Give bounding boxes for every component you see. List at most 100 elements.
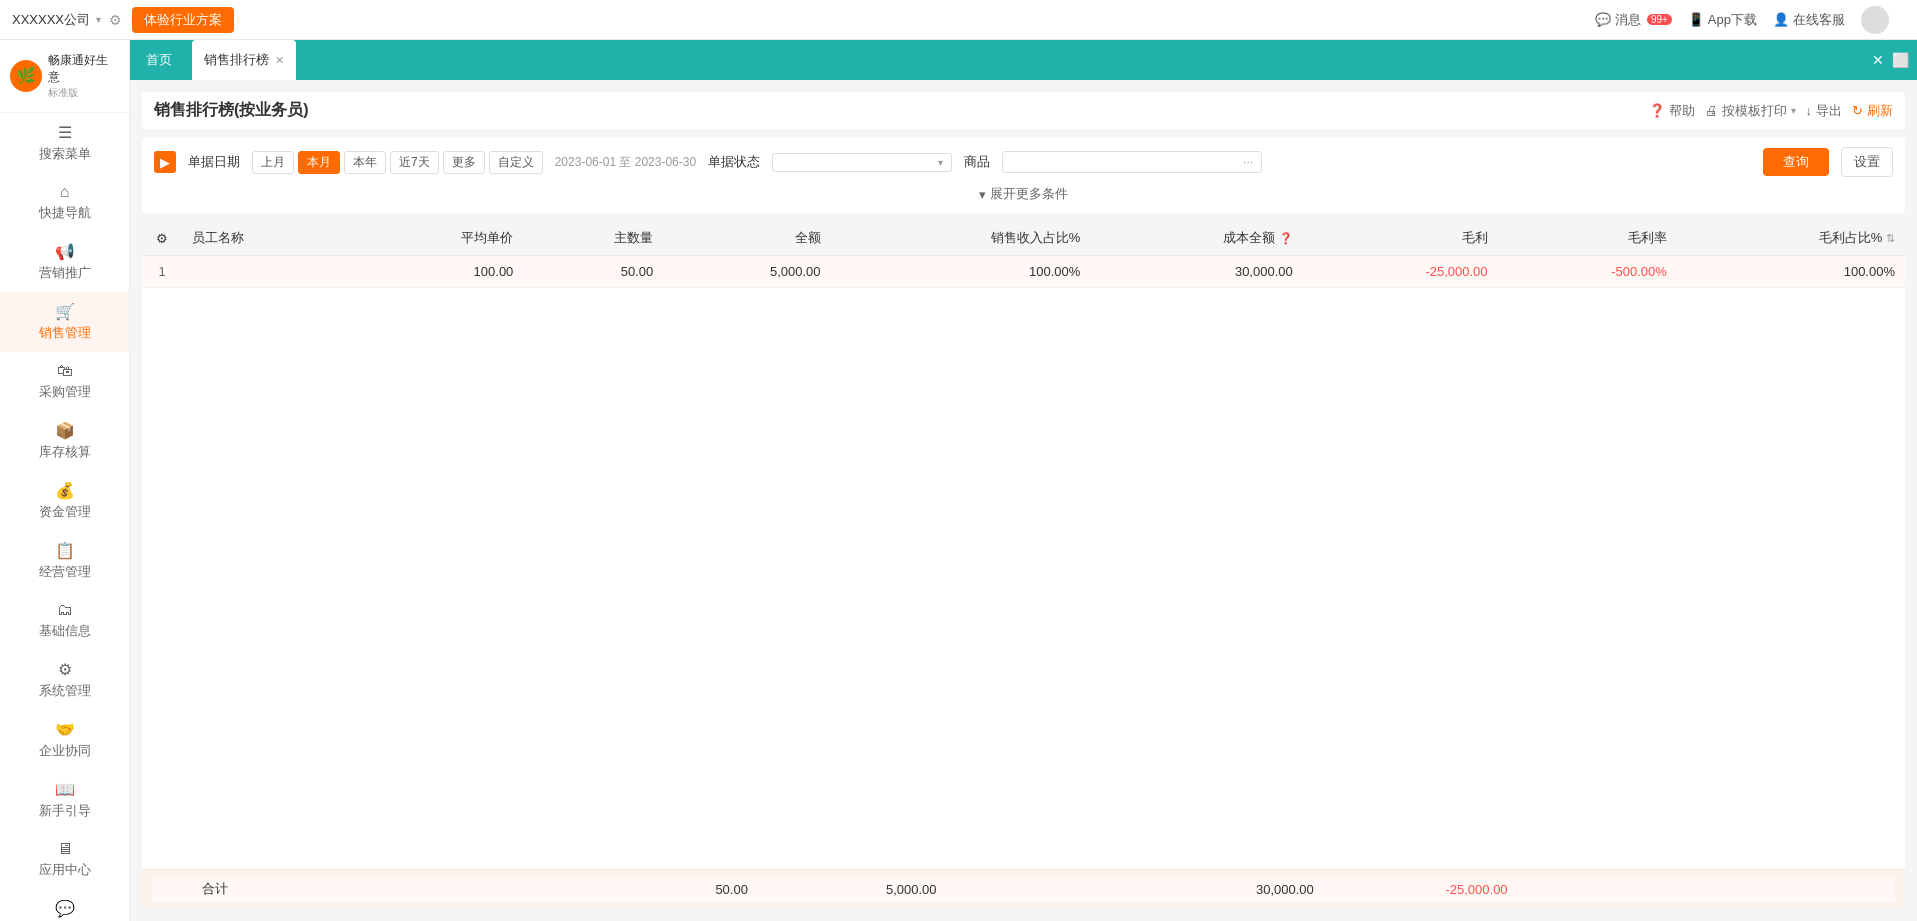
app-icon: 📱 — [1688, 12, 1704, 27]
help-button[interactable]: ❓ 帮助 — [1649, 102, 1695, 120]
company-selector[interactable]: XXXXXX公司 ▾ — [12, 11, 101, 29]
sidebar-item-label: 采购管理 — [39, 383, 91, 401]
sidebar-item-label: 企业协同 — [39, 742, 91, 760]
col-settings[interactable]: ⚙ — [142, 221, 182, 256]
service-icon: 👤 — [1773, 12, 1789, 27]
sidebar-item-marketing[interactable]: 📢 营销推广 — [0, 232, 129, 292]
trial-button[interactable]: 体验行业方案 — [132, 7, 234, 33]
footer-gross-pct — [1706, 876, 1895, 903]
date-btn-7days[interactable]: 近7天 — [390, 151, 439, 174]
avatar[interactable] — [1861, 6, 1889, 34]
logo-icon: 🌿 — [10, 60, 42, 92]
sidebar-item-basic[interactable]: 🗂 基础信息 — [0, 591, 129, 650]
rankings-table: ⚙ 员工名称 平均单价 主数量 — [142, 221, 1905, 288]
date-btn-this-month[interactable]: 本月 — [298, 151, 340, 174]
col-sales-pct: 销售收入占比% — [831, 221, 1091, 256]
sidebar-item-system[interactable]: ⚙ 系统管理 — [0, 650, 129, 710]
refresh-icon: ↻ — [1852, 103, 1863, 118]
table-row: 1 100.00 50.00 5,000.00 100.00% 30,000.0… — [142, 256, 1905, 288]
expand-down-icon: ▾ — [979, 187, 986, 202]
filter-row: ▶ 单据日期 上月 本月 本年 近7天 更多 自定义 2023-06-01 至 … — [154, 147, 1893, 177]
page-actions: ❓ 帮助 🖨 按模板打印 ▾ ↓ 导出 ↻ 刷新 — [1649, 102, 1894, 120]
sidebar-item-finance[interactable]: 💰 资金管理 — [0, 471, 129, 531]
logo-area: 🌿 畅康通好生意 标准版 — [0, 40, 129, 113]
operation-icon: 📋 — [55, 541, 75, 560]
filter-expand-arrow[interactable]: ▶ — [154, 151, 176, 173]
sidebar-item-label: 系统管理 — [39, 682, 91, 700]
query-button[interactable]: 查询 — [1763, 148, 1829, 176]
sidebar-item-label: 营销推广 — [39, 264, 91, 282]
tab-sales-ranking[interactable]: 销售排行榜 ✕ — [192, 40, 296, 80]
date-filter-label: 单据日期 — [188, 153, 240, 171]
refresh-button[interactable]: ↻ 刷新 — [1852, 102, 1893, 120]
cell-gross: -25,000.00 — [1303, 256, 1498, 288]
col-cost: 成本全额 ❓ — [1090, 221, 1302, 256]
footer-cost: 30,000.00 — [1135, 876, 1324, 903]
goods-filter-label: 商品 — [964, 153, 990, 171]
table-header-row: ⚙ 员工名称 平均单价 主数量 — [142, 221, 1905, 256]
footer-main-qty: 50.00 — [569, 876, 758, 903]
sidebar-item-guide[interactable]: 📖 新手引导 — [0, 770, 129, 830]
print-arrow-icon: ▾ — [1791, 105, 1796, 116]
wechat-icon: 💬 — [55, 899, 75, 918]
sidebar-item-shortcut[interactable]: ⌂ 快捷导航 — [0, 173, 129, 232]
expand-more-button[interactable]: ▾ 展开更多条件 — [154, 185, 1893, 203]
sidebar-item-search[interactable]: ☰ 搜索菜单 — [0, 113, 129, 173]
enterprise-icon: 🤝 — [55, 720, 75, 739]
date-btn-more[interactable]: 更多 — [443, 151, 485, 174]
sidebar-item-sales[interactable]: 🛒 销售管理 — [0, 292, 129, 352]
sidebar-item-appstore[interactable]: 🖥 应用中心 — [0, 830, 129, 889]
filter-area: ▶ 单据日期 上月 本月 本年 近7天 更多 自定义 2023-06-01 至 … — [142, 137, 1905, 213]
sidebar-item-enterprise[interactable]: 🤝 企业协同 — [0, 710, 129, 770]
page-title: 销售排行榜(按业务员) — [154, 100, 309, 121]
tab-home[interactable]: 首页 — [130, 40, 188, 80]
cell-avg-price: 100.00 — [353, 256, 524, 288]
date-btn-custom[interactable]: 自定义 — [489, 151, 543, 174]
status-select[interactable]: ▾ — [772, 153, 952, 172]
system-icon: ⚙ — [58, 660, 72, 679]
message-button[interactable]: 💬 消息 99+ — [1595, 11, 1672, 29]
cost-help-icon[interactable]: ❓ — [1279, 232, 1293, 244]
basic-icon: 🗂 — [57, 601, 73, 619]
table-container: ⚙ 员工名称 平均单价 主数量 — [142, 221, 1905, 909]
sidebar-item-label: 应用中心 — [39, 861, 91, 879]
status-arrow-icon: ▾ — [938, 157, 943, 168]
sidebar-item-label: 资金管理 — [39, 503, 91, 521]
sidebar-item-wechat[interactable]: 💬 企业微信 — [0, 889, 129, 921]
top-bar: XXXXXX公司 ▾ ⚙ 体验行业方案 💬 消息 99+ 📱 App下载 👤 在… — [0, 0, 1917, 40]
sort-icon[interactable]: ⇅ — [1886, 232, 1895, 244]
date-btn-this-year[interactable]: 本年 — [344, 151, 386, 174]
sidebar-item-purchase[interactable]: 🛍 采购管理 — [0, 352, 129, 411]
window-maximize-icon[interactable]: ⬜ — [1892, 52, 1909, 68]
footer-total-label: 合计 — [192, 876, 381, 903]
cell-sales-pct: 100.00% — [831, 256, 1091, 288]
online-service-button[interactable]: 👤 在线客服 — [1773, 11, 1845, 29]
cell-gross-rate: -500.00% — [1498, 256, 1677, 288]
appstore-icon: 🖥 — [57, 840, 73, 858]
sidebar-item-operation[interactable]: 📋 经营管理 — [0, 531, 129, 591]
table-footer: 合计 50.00 5,000.00 30,000.00 -25,000.00 — [142, 869, 1905, 909]
tab-close-icon[interactable]: ✕ — [275, 54, 284, 67]
col-main-qty: 主数量 — [523, 221, 663, 256]
cell-cost: 30,000.00 — [1090, 256, 1302, 288]
sidebar-item-label: 销售管理 — [39, 324, 91, 342]
page-content: 销售排行榜(按业务员) ❓ 帮助 🖨 按模板打印 ▾ ↓ 导出 — [130, 80, 1917, 921]
print-button[interactable]: 🖨 按模板打印 ▾ — [1705, 102, 1796, 120]
export-button[interactable]: ↓ 导出 — [1806, 102, 1843, 120]
settings-icon[interactable]: ⚙ — [109, 12, 122, 28]
setting-button[interactable]: 设置 — [1841, 147, 1893, 177]
date-btn-last-month[interactable]: 上月 — [252, 151, 294, 174]
footer-amount: 5,000.00 — [758, 876, 947, 903]
goods-input[interactable]: ··· — [1002, 151, 1262, 173]
sidebar-item-inventory[interactable]: 📦 库存核算 — [0, 411, 129, 471]
company-name: XXXXXX公司 — [12, 11, 90, 29]
date-range-display: 2023-06-01 至 2023-06-30 — [555, 154, 696, 171]
sidebar: 🌿 畅康通好生意 标准版 ☰ 搜索菜单 ⌂ 快捷导航 📢 营销推广 🛒 销售管理… — [0, 40, 130, 921]
cell-amount: 5,000.00 — [663, 256, 830, 288]
cell-name — [182, 256, 353, 288]
top-right-actions: 💬 消息 99+ 📱 App下载 👤 在线客服 — [1595, 6, 1905, 34]
tab-bar: 首页 销售排行榜 ✕ ✕ ⬜ — [130, 40, 1917, 80]
footer-table: 合计 50.00 5,000.00 30,000.00 -25,000.00 — [152, 876, 1895, 903]
window-close-icon[interactable]: ✕ — [1872, 52, 1884, 68]
app-download-button[interactable]: 📱 App下载 — [1688, 11, 1757, 29]
